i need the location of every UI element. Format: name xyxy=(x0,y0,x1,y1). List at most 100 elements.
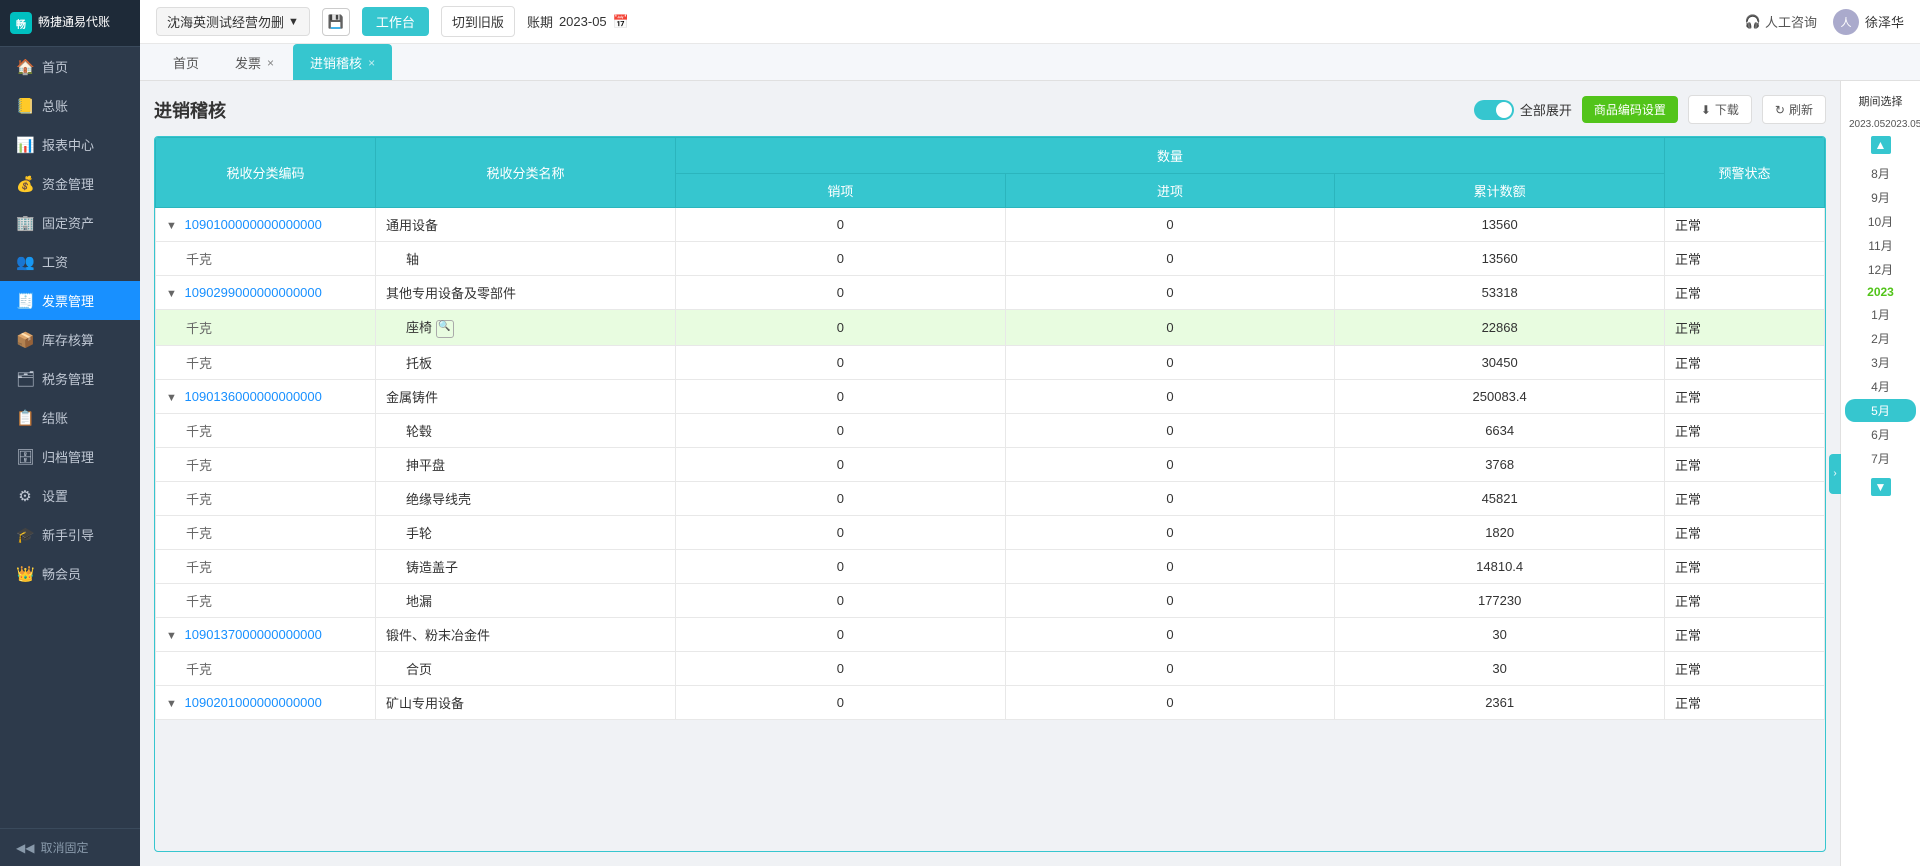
period-label: 账期 xyxy=(527,12,553,31)
close-icon[interactable]: × xyxy=(368,57,375,69)
sidebar-item-label: 设置 xyxy=(42,486,68,505)
sidebar-item-reports[interactable]: 📊 报表中心 xyxy=(0,125,140,164)
table-row: 千克 抻平盘 0 0 3768 正常 xyxy=(156,447,1825,481)
user-menu[interactable]: 人 徐泽华 xyxy=(1833,9,1904,35)
period-up-button[interactable]: ▲ xyxy=(1871,136,1891,154)
company-selector[interactable]: 沈海英测试经营勿删 ▼ xyxy=(156,7,310,36)
tab-invoice[interactable]: 发票 × xyxy=(218,44,291,80)
download-icon: ⬇ xyxy=(1701,103,1711,117)
sidebar-unpin[interactable]: ◀◀ 取消固定 xyxy=(0,828,140,866)
logo-text: 畅捷通易代账 xyxy=(38,15,110,31)
sidebar-item-vip[interactable]: 👑 畅会员 xyxy=(0,554,140,593)
topbar: 沈海英测试经营勿删 ▼ 💾 工作台 切到旧版 账期 2023-05 📅 🎧 人工… xyxy=(140,0,1920,44)
sidebar-item-payroll[interactable]: 👥 工资 xyxy=(0,242,140,281)
close-icon[interactable]: × xyxy=(267,57,274,69)
sidebar-item-label: 畅会员 xyxy=(42,564,81,583)
toggle-switch[interactable] xyxy=(1474,100,1514,120)
sales-cell: 0 xyxy=(676,276,1006,310)
sidebar-item-finance[interactable]: 💰 资金管理 xyxy=(0,164,140,203)
month-item[interactable]: 3月 xyxy=(1845,351,1916,374)
sidebar-nav: 🏠 首页 📒 总账 📊 报表中心 💰 资金管理 🏢 固定资产 👥 工资 🧾 发票… xyxy=(0,47,140,828)
total-cell: 30 xyxy=(1335,617,1665,651)
sidebar-item-invoice[interactable]: 🧾 发票管理 xyxy=(0,281,140,320)
total-cell: 45821 xyxy=(1335,481,1665,515)
tax-name-cell: 绝缘导线壳 xyxy=(376,481,676,515)
panel-toggle[interactable]: › xyxy=(1829,454,1841,494)
table-row: 千克 地漏 0 0 177230 正常 xyxy=(156,583,1825,617)
month-item[interactable]: 7月 xyxy=(1845,447,1916,470)
expand-icon[interactable]: ▼ xyxy=(166,288,177,300)
month-item[interactable]: 2月 xyxy=(1845,327,1916,350)
month-item[interactable]: 5月 xyxy=(1845,399,1916,422)
tax-code-cell: 千克 xyxy=(156,549,376,583)
col-tax-code: 税收分类编码 xyxy=(156,138,376,208)
inventory-icon: 📦 xyxy=(16,331,34,349)
tab-reconciliation[interactable]: 进销稽核 × xyxy=(293,44,392,80)
total-cell: 177230 xyxy=(1335,583,1665,617)
refresh-button[interactable]: ↻ 刷新 xyxy=(1762,95,1826,124)
settings-icon: ⚙ xyxy=(16,487,34,505)
sales-cell: 0 xyxy=(676,583,1006,617)
topbar-right: 🎧 人工咨询 人 徐泽华 xyxy=(1745,9,1904,35)
calendar-icon[interactable]: 📅 xyxy=(613,14,629,30)
table-row: ▼ 1090100000000000000 通用设备 0 0 13560 正常 xyxy=(156,208,1825,242)
month-item[interactable]: 12月 xyxy=(1845,258,1916,281)
sidebar-item-home[interactable]: 🏠 首页 xyxy=(0,47,140,86)
closing-icon: 📋 xyxy=(16,409,34,427)
purchase-cell: 0 xyxy=(1005,345,1335,379)
sidebar-item-archive[interactable]: 🗄 归档管理 xyxy=(0,437,140,476)
sidebar-item-label: 首页 xyxy=(42,57,68,76)
month-item[interactable]: 10月 xyxy=(1845,210,1916,233)
sidebar-item-tax[interactable]: 🗂 税务管理 xyxy=(0,359,140,398)
avatar: 人 xyxy=(1833,9,1859,35)
tab-label: 进销稽核 xyxy=(310,53,362,72)
month-item[interactable]: 4月 xyxy=(1845,375,1916,398)
expand-icon[interactable]: ▼ xyxy=(166,392,177,404)
expand-icon[interactable]: ▼ xyxy=(166,698,177,710)
expand-icon[interactable]: ▼ xyxy=(166,220,177,232)
archive-icon: 🗄 xyxy=(16,448,34,466)
sales-cell: 0 xyxy=(676,242,1006,276)
sidebar-item-ledger[interactable]: 📒 总账 xyxy=(0,86,140,125)
month-item[interactable]: 8月 xyxy=(1845,162,1916,185)
save-button[interactable]: 💾 xyxy=(322,8,350,36)
month-item[interactable]: 6月 xyxy=(1845,423,1916,446)
tax-name-cell: 地漏 xyxy=(376,583,676,617)
download-button[interactable]: ⬇ 下载 xyxy=(1688,95,1752,124)
col-quantity-group: 数量 xyxy=(676,138,1665,174)
period-display: 账期 2023-05 📅 xyxy=(527,12,629,31)
switch-version-button[interactable]: 切到旧版 xyxy=(441,6,515,37)
month-item[interactable]: 9月 xyxy=(1845,186,1916,209)
headset-icon: 🎧 xyxy=(1745,14,1761,30)
sales-cell: 0 xyxy=(676,379,1006,413)
col-sales: 销项 xyxy=(676,174,1006,208)
sidebar-item-assets[interactable]: 🏢 固定资产 xyxy=(0,203,140,242)
purchase-cell: 0 xyxy=(1005,481,1335,515)
tax-code-cell: 千克 xyxy=(156,583,376,617)
period-down-button[interactable]: ▼ xyxy=(1871,478,1891,496)
expand-icon[interactable]: ▼ xyxy=(166,630,177,642)
total-cell: 53318 xyxy=(1335,276,1665,310)
purchase-cell: 0 xyxy=(1005,379,1335,413)
purchase-cell: 0 xyxy=(1005,413,1335,447)
warning-cell: 正常 xyxy=(1665,481,1825,515)
sidebar-item-guide[interactable]: 🎓 新手引导 xyxy=(0,515,140,554)
product-code-button[interactable]: 商品编码设置 xyxy=(1582,96,1678,123)
sales-cell: 0 xyxy=(676,685,1006,719)
warning-cell: 正常 xyxy=(1665,447,1825,481)
tax-name-cell: 轴 xyxy=(376,242,676,276)
search-icon[interactable]: 🔍 xyxy=(436,320,454,338)
workspace-button[interactable]: 工作台 xyxy=(362,7,429,36)
help-button[interactable]: 🎧 人工咨询 xyxy=(1745,12,1817,31)
tab-home[interactable]: 首页 xyxy=(156,44,216,80)
sidebar-item-settings[interactable]: ⚙ 设置 xyxy=(0,476,140,515)
total-cell: 22868 xyxy=(1335,310,1665,346)
month-item[interactable]: 1月 xyxy=(1845,303,1916,326)
sidebar-item-label: 工资 xyxy=(42,252,68,271)
month-item[interactable]: 11月 xyxy=(1845,234,1916,257)
sales-cell: 0 xyxy=(676,515,1006,549)
total-cell: 30 xyxy=(1335,651,1665,685)
sidebar-item-inventory[interactable]: 📦 库存核算 xyxy=(0,320,140,359)
warning-cell: 正常 xyxy=(1665,583,1825,617)
sidebar-item-closing[interactable]: 📋 结账 xyxy=(0,398,140,437)
